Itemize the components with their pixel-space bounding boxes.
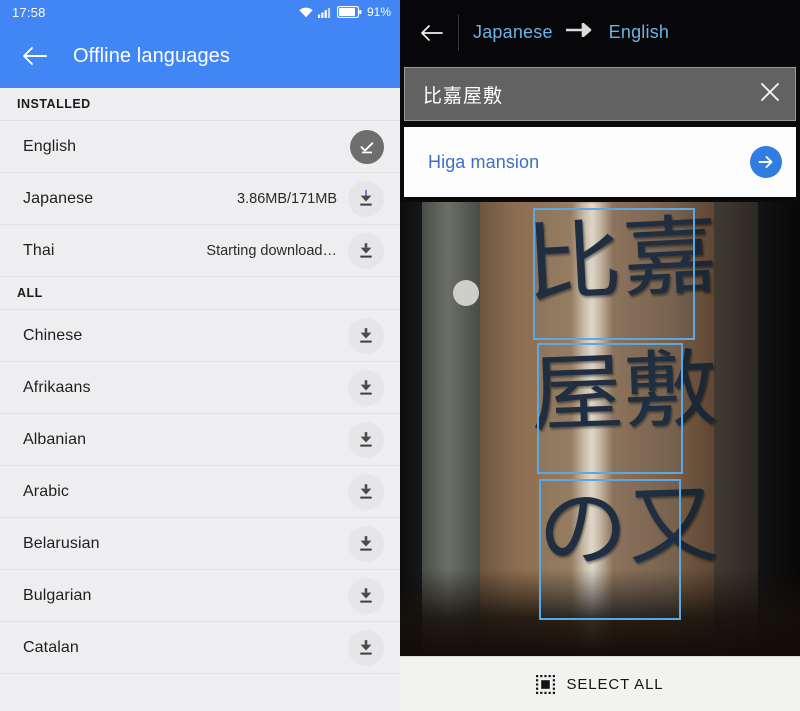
download-icon[interactable] <box>348 421 384 458</box>
download-icon[interactable] <box>348 525 384 562</box>
status-bar: 17:58 91% <box>0 0 400 24</box>
language-row-belarusian[interactable]: Belarusian <box>0 518 400 570</box>
back-arrow-icon[interactable] <box>416 18 446 48</box>
download-icon[interactable] <box>348 369 384 406</box>
wifi-icon <box>299 7 313 18</box>
language-row-japanese[interactable]: Japanese 3.86MB/171MB <box>0 173 400 225</box>
language-name: English <box>23 137 77 155</box>
language-row-thai[interactable]: Thai Starting download… <box>0 225 400 277</box>
app-bar: Offline languages <box>0 24 400 88</box>
back-arrow-icon[interactable] <box>16 38 52 74</box>
language-pair[interactable]: Japanese English <box>473 22 669 43</box>
download-icon[interactable] <box>348 473 384 510</box>
select-all-label: SELECT ALL <box>566 675 664 693</box>
detected-text: 比嘉屋敷 <box>423 85 504 107</box>
language-row-bulgarian[interactable]: Bulgarian <box>0 570 400 622</box>
language-name: Bulgarian <box>23 586 92 604</box>
download-icon[interactable] <box>348 577 384 614</box>
source-language-label[interactable]: Japanese <box>473 22 553 43</box>
language-row-afrikaans[interactable]: Afrikaans <box>0 362 400 414</box>
section-header-installed: INSTALLED <box>0 88 400 121</box>
language-row-arabic[interactable]: Arabic <box>0 466 400 518</box>
download-status-label: Starting download… <box>206 242 337 259</box>
language-name: Japanese <box>23 189 94 207</box>
selection-handle-dot[interactable] <box>453 280 479 306</box>
language-row-albanian[interactable]: Albanian <box>0 414 400 466</box>
download-progress-label: 3.86MB/171MB <box>237 190 337 207</box>
language-row-catalan[interactable]: Catalan <box>0 622 400 674</box>
screenshot-root: 17:58 91% Offline languages INSTALLED En… <box>0 0 800 711</box>
camera-viewfinder[interactable]: 比嘉 屋敷 の又 <box>400 202 800 657</box>
battery-icon <box>336 6 362 18</box>
arrow-right-icon[interactable] <box>565 22 596 42</box>
status-bar-indicators: 91% <box>299 5 391 19</box>
language-name: Belarusian <box>23 534 100 552</box>
target-language-label[interactable]: English <box>609 22 669 43</box>
cellular-signal-icon <box>317 7 332 18</box>
translation-text: Higa mansion <box>428 151 540 172</box>
download-icon[interactable] <box>348 629 384 666</box>
language-name: Albanian <box>23 430 87 448</box>
language-row-english[interactable]: English <box>0 121 400 173</box>
offline-languages-screen: 17:58 91% Offline languages INSTALLED En… <box>0 0 400 711</box>
select-all-icon <box>536 674 556 694</box>
download-icon[interactable] <box>348 232 384 269</box>
translation-result-card[interactable]: Higa mansion <box>404 127 796 197</box>
ocr-selection-box[interactable] <box>537 343 683 474</box>
language-name: Arabic <box>23 482 69 500</box>
section-header-all: ALL <box>0 277 400 310</box>
language-name: Chinese <box>23 326 83 344</box>
installed-check-icon[interactable] <box>350 129 384 164</box>
ocr-selection-box[interactable] <box>539 479 681 620</box>
translate-camera-screen: Japanese English 比嘉屋敷 Higa mansion 比嘉 屋敷… <box>400 0 800 711</box>
battery-percent-label: 91% <box>366 5 391 19</box>
page-title: Offline languages <box>73 44 231 67</box>
translate-app-bar: Japanese English <box>400 0 800 65</box>
app-bar-divider <box>458 14 459 51</box>
close-icon[interactable] <box>759 81 781 108</box>
ocr-selection-box[interactable] <box>533 208 695 340</box>
detected-text-bar[interactable]: 比嘉屋敷 <box>404 67 796 121</box>
language-name: Thai <box>23 241 55 259</box>
language-name: Afrikaans <box>23 378 91 396</box>
language-name: Catalan <box>23 638 79 656</box>
download-icon[interactable] <box>348 317 384 354</box>
arrow-right-circle-icon[interactable] <box>750 146 782 178</box>
language-row-chinese[interactable]: Chinese <box>0 310 400 362</box>
status-bar-clock: 17:58 <box>12 4 46 20</box>
select-all-bar[interactable]: SELECT ALL <box>400 656 800 711</box>
download-icon[interactable] <box>348 180 384 217</box>
